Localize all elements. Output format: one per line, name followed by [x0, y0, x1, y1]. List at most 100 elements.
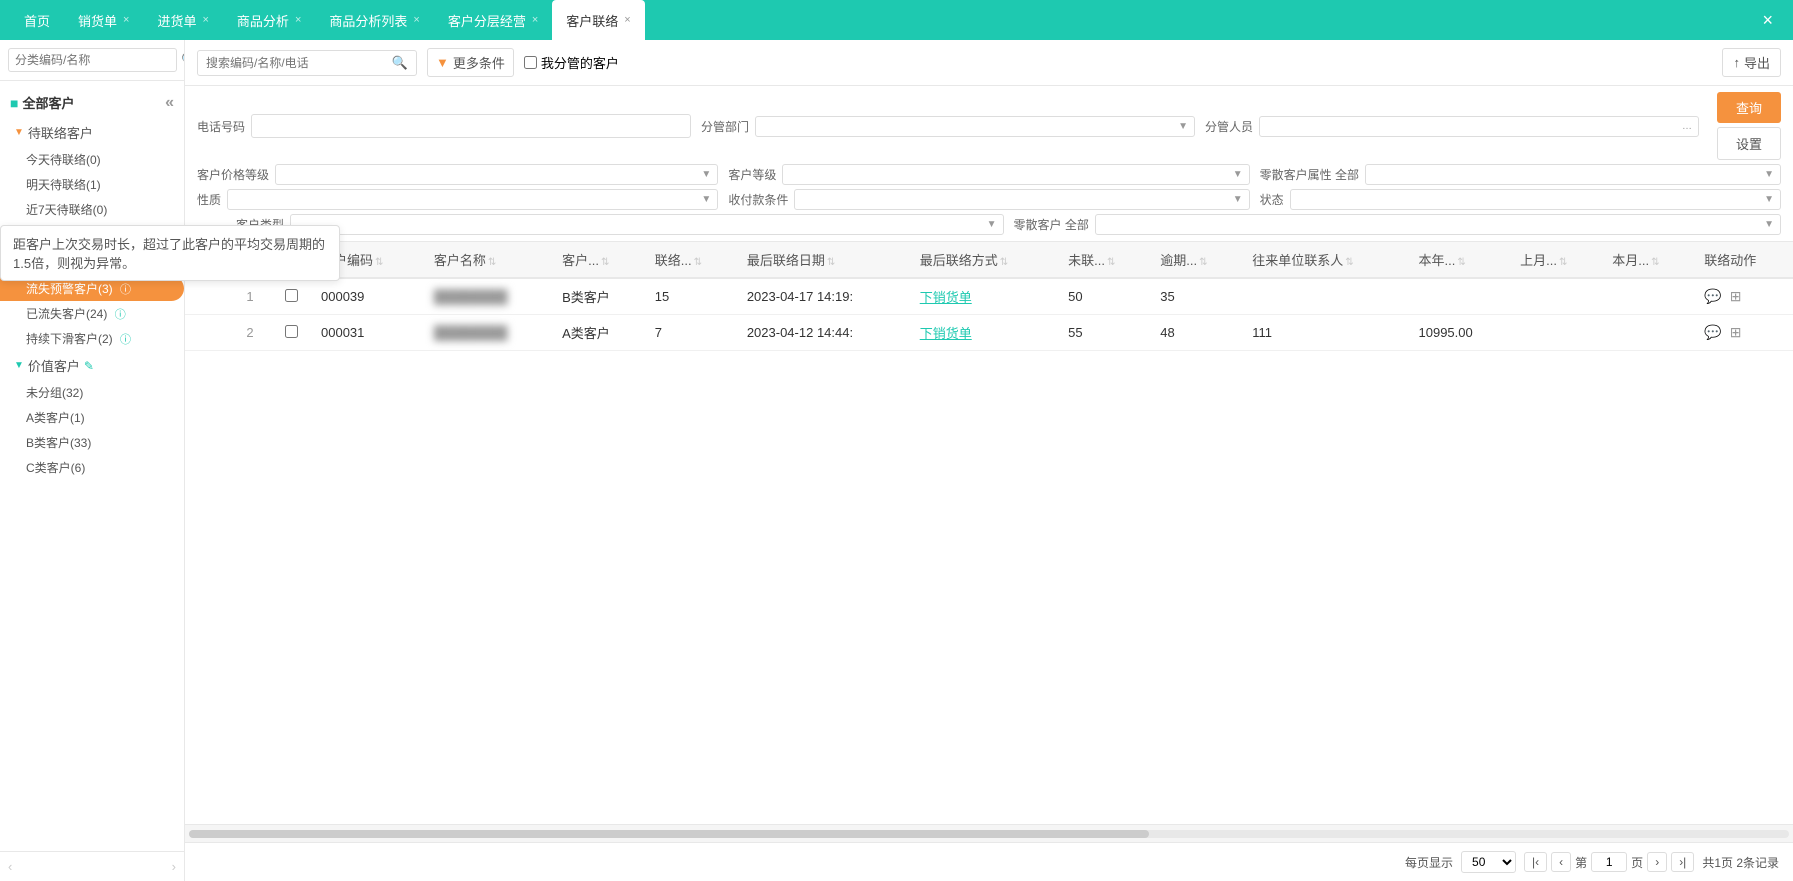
nav-item-home[interactable]: 首页 — [10, 0, 64, 40]
search-icon[interactable]: 🔍 — [392, 55, 408, 71]
close-icon-customer-contact[interactable]: × — [624, 14, 630, 26]
row2-chat-icon[interactable]: 💬 — [1704, 324, 1721, 341]
close-icon-sales[interactable]: × — [123, 14, 129, 26]
sidebar-scroll-left[interactable]: ‹ — [8, 859, 12, 874]
chevron-down-icon-retail-attr: ▼ — [1764, 169, 1774, 180]
row2-contact: 7 — [645, 315, 737, 351]
row2-action: 💬 ⊞ — [1694, 315, 1793, 351]
filter-btn[interactable]: ▼ 更多条件 — [427, 48, 514, 77]
main-layout: 🔍 ■ 全部客户 « ▼ 待联络客户 今天待联络(0) 明天待联络(1) 近7天… — [0, 40, 1793, 881]
filter-label-phone: 电话号码 — [197, 118, 245, 135]
sidebar-tree: ■ 全部客户 « ▼ 待联络客户 今天待联络(0) 明天待联络(1) 近7天待联… — [0, 81, 184, 851]
sidebar-search-input[interactable] — [8, 48, 177, 72]
filter-select-customer-level[interactable]: ▼ — [782, 164, 1249, 185]
col-last-month[interactable]: 上月...⇅ — [1510, 242, 1602, 278]
row1-checkbox[interactable] — [285, 289, 298, 302]
sidebar-item-a-class[interactable]: A类客户(1) — [0, 405, 184, 430]
last-page-btn[interactable]: ›| — [1671, 852, 1694, 872]
col-last-date[interactable]: 最后联络日期⇅ — [737, 242, 910, 278]
col-overdue[interactable]: 逾期...⇅ — [1150, 242, 1242, 278]
close-icon-analysis[interactable]: × — [295, 14, 301, 26]
tree-section-title-pending[interactable]: ▼ 待联络客户 — [0, 118, 184, 147]
scroll-thumb[interactable] — [189, 830, 1149, 838]
filter-select-customer-type[interactable]: ▼ — [290, 214, 1003, 235]
export-btn[interactable]: ↑ 导出 — [1722, 48, 1781, 77]
sidebar-item-c-class[interactable]: C类客户(6) — [0, 455, 184, 480]
close-icon-customer-layer[interactable]: × — [532, 14, 538, 26]
col-name[interactable]: 客户名称⇅ — [424, 242, 552, 278]
row2-link-icon[interactable]: ⊞ — [1730, 324, 1742, 341]
my-customer-check[interactable]: 我分管的客户 — [524, 53, 619, 72]
row1-last-month — [1510, 278, 1602, 315]
col-action: 联络动作 — [1694, 242, 1793, 278]
col-unread[interactable]: 未联...⇅ — [1058, 242, 1150, 278]
row2-checkbox[interactable] — [285, 325, 298, 338]
col-level[interactable]: 客户...⇅ — [552, 242, 645, 278]
filter-select-retail-attr[interactable]: ▼ — [1365, 164, 1781, 185]
nav-item-customer-layer[interactable]: 客户分层经营 × — [434, 0, 552, 40]
row1-this-month — [1602, 278, 1694, 315]
filter-select-nature[interactable]: ▼ — [227, 189, 718, 210]
collapse-btn[interactable]: « — [165, 94, 174, 112]
row1-check[interactable] — [275, 278, 311, 315]
tree-section-title-value[interactable]: ▼ 价值客户 ✎ — [0, 351, 184, 380]
chevron-down-icon-customer-level: ▼ — [1233, 169, 1243, 180]
col-this-month[interactable]: 本月...⇅ — [1602, 242, 1694, 278]
nav-item-customer-contact[interactable]: 客户联络 × — [552, 0, 644, 40]
row1-no: 1 — [225, 278, 275, 315]
row1-chat-icon[interactable]: 💬 — [1704, 288, 1721, 305]
filter-select-payment[interactable]: ▼ — [794, 189, 1249, 210]
filter-select-price-level[interactable]: ▼ — [275, 164, 718, 185]
row1-last-method[interactable]: 下销货单 — [910, 278, 1058, 315]
row1-link-icon[interactable]: ⊞ — [1730, 288, 1742, 305]
sidebar-all-customers[interactable]: ■ 全部客户 « — [0, 87, 184, 118]
next-page-btn[interactable]: › — [1647, 852, 1667, 872]
per-page-select[interactable]: 50 100 200 — [1461, 851, 1516, 873]
page-label: 第 — [1575, 854, 1587, 871]
window-close-icon[interactable]: × — [1752, 10, 1783, 31]
close-icon-purchase[interactable]: × — [202, 14, 208, 26]
all-customers-label: 全部客户 — [22, 93, 74, 112]
col-last-method[interactable]: 最后联络方式⇅ — [910, 242, 1058, 278]
query-button[interactable]: 查询 — [1717, 92, 1781, 123]
filter-cell-nature: 性质 ▼ — [197, 189, 718, 210]
search-input[interactable] — [206, 56, 388, 70]
chevron-down-icon-nature: ▼ — [701, 194, 711, 205]
prev-page-btn[interactable]: ‹ — [1551, 852, 1571, 872]
row2-unread: 55 — [1058, 315, 1150, 351]
row2-no: 2 — [225, 315, 275, 351]
sidebar-item-lost[interactable]: 已流失客户(24) ⓘ — [0, 301, 184, 326]
col-contact-person[interactable]: 往来单位联系人⇅ — [1242, 242, 1408, 278]
my-customer-checkbox[interactable] — [524, 56, 537, 69]
first-page-btn[interactable]: |‹ — [1524, 852, 1547, 872]
page-number-input[interactable] — [1591, 852, 1627, 872]
settings-button[interactable]: 设置 — [1717, 127, 1781, 160]
filter-select-retail-customer[interactable]: ▼ — [1095, 214, 1781, 235]
filter-cell-price-level: 客户价格等级 ▼ — [197, 164, 718, 185]
sidebar-item-7days[interactable]: 近7天待联络(0) — [0, 197, 184, 222]
row2-check[interactable] — [275, 315, 311, 351]
nav-item-sales[interactable]: 销货单 × — [64, 0, 143, 40]
sidebar-item-today[interactable]: 今天待联络(0) — [0, 147, 184, 172]
filter-select-dept[interactable]: ▼ — [755, 116, 1195, 137]
nav-item-purchase[interactable]: 进货单 × — [143, 0, 222, 40]
sidebar-item-declining[interactable]: 持续下滑客户(2) ⓘ — [0, 326, 184, 351]
sidebar-search-area: 🔍 — [0, 40, 184, 81]
col-contact[interactable]: 联络...⇅ — [645, 242, 737, 278]
sidebar-item-b-class[interactable]: B类客户(33) — [0, 430, 184, 455]
col-this-year[interactable]: 本年...⇅ — [1409, 242, 1511, 278]
horizontal-scrollbar[interactable] — [185, 824, 1793, 842]
filter-label-person: 分管人员 — [1205, 118, 1253, 135]
sidebar-scroll-right[interactable]: › — [172, 859, 176, 874]
edit-icon-value[interactable]: ✎ — [84, 359, 94, 373]
nav-item-analysis-list[interactable]: 商品分析列表 × — [315, 0, 433, 40]
close-icon-analysis-list[interactable]: × — [413, 14, 419, 26]
sidebar-item-ungroup[interactable]: 未分组(32) — [0, 380, 184, 405]
row2-last-method[interactable]: 下销货单 — [910, 315, 1058, 351]
nav-item-analysis[interactable]: 商品分析 × — [223, 0, 315, 40]
filter-input-phone[interactable] — [251, 114, 691, 138]
sidebar-item-tomorrow[interactable]: 明天待联络(1) — [0, 172, 184, 197]
filter-select-person[interactable]: … — [1259, 116, 1699, 137]
filter-select-status[interactable]: ▼ — [1290, 189, 1781, 210]
row1-level: B类客户 — [552, 278, 645, 315]
